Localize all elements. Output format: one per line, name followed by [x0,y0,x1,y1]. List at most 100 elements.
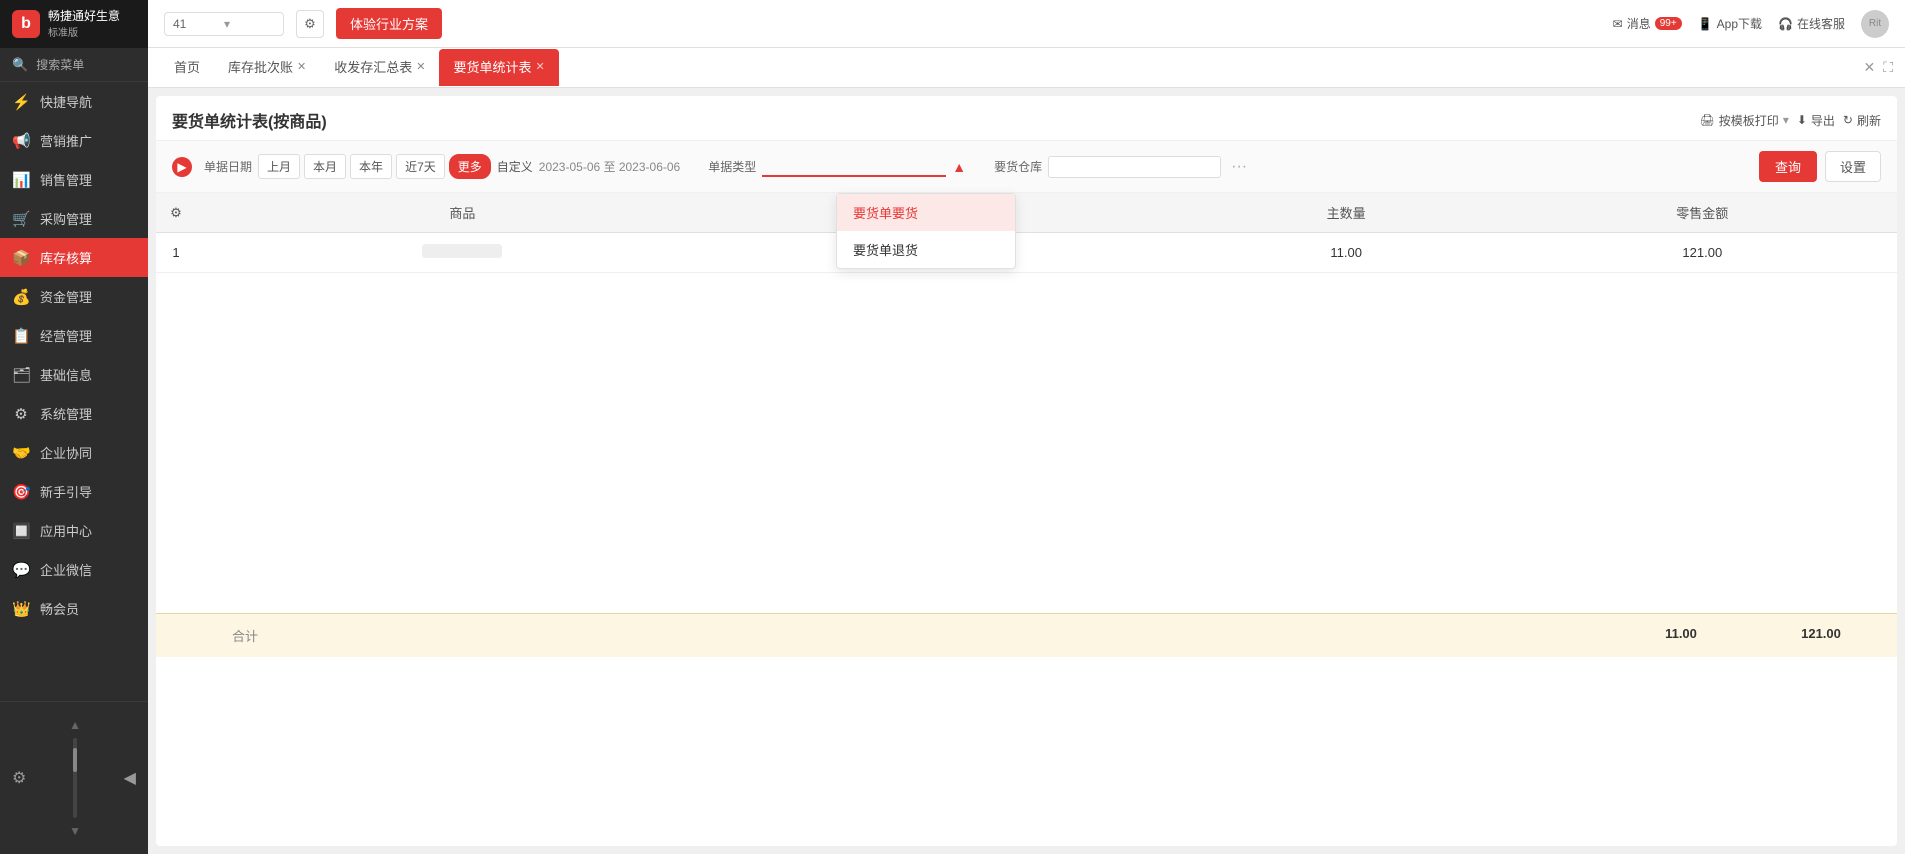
sidebar-search[interactable]: 🔍 搜索菜单 [0,48,148,82]
tab-maximize-btn[interactable]: ⛶ [1883,59,1893,76]
type-dropdown: 要货单要货 要货单退货 [836,193,1016,269]
online-service-btn[interactable]: 🎧 在线客服 [1778,15,1845,32]
col-header-amount: 零售金额 [1508,193,1897,233]
date-last-7days-btn[interactable]: 近7天 [396,154,445,179]
tab-close-order-stats[interactable]: ✕ [536,60,545,73]
table-row: 1 块 11.00 121.00 [156,233,1897,273]
query-btn[interactable]: 查询 [1759,151,1817,182]
sidebar-item-marketing[interactable]: 📢 营销推广 [0,121,148,160]
filter-expand-btn[interactable]: ▶ [172,157,192,177]
sidebar-collapse-icon[interactable]: ◀ [124,768,136,788]
tab-shipment-summary[interactable]: 收发存汇总表 ✕ [320,49,439,86]
lightning-icon: ⚡ [12,93,30,111]
sidebar-item-enterprise[interactable]: 🤝 企业协同 [0,433,148,472]
topbar-gear-btn[interactable]: ⚙ [296,10,324,38]
messages-btn[interactable]: ✉ 消息 99+ [1613,15,1682,32]
sidebar-item-operations[interactable]: 📋 经营管理 [0,316,148,355]
logo-icon: b [12,10,40,38]
refresh-btn[interactable]: ↻ 刷新 [1843,112,1881,129]
trial-btn[interactable]: 体验行业方案 [336,8,442,39]
date-preset-btns: 上月 本月 本年 近7天 更多 [258,154,491,179]
sidebar-settings-icon[interactable]: ⚙ [12,768,26,788]
dropdown-item-0[interactable]: 要货单要货 [837,194,1015,231]
sidebar-item-basics[interactable]: 🗂 基础信息 [0,355,148,394]
sidebar-item-sales[interactable]: 📊 销售管理 [0,160,148,199]
export-icon: ⬇ [1797,113,1807,127]
sidebar-item-inventory[interactable]: 📦 库存核算 [0,238,148,277]
warehouse-filter-input[interactable] [1048,156,1221,178]
crown-icon: 👑 [12,600,30,618]
avatar[interactable]: Rit [1861,10,1889,38]
filter-bar: ▶ 单据日期 上月 本月 本年 近7天 更多 自定义 2023-05-06 至 … [156,141,1897,193]
filter-action-btns: 查询 设置 [1759,151,1881,182]
date-filter-group: 单据日期 上月 本月 本年 近7天 更多 自定义 2023-05-06 至 20… [204,154,680,179]
company-selector[interactable]: 41 ▾ [164,12,284,36]
page-title: 要货单统计表(按商品) [172,108,327,132]
scroll-up-arrow[interactable]: ▲ [67,716,83,734]
sidebar-item-finance[interactable]: 💰 资金管理 [0,277,148,316]
date-this-month-btn[interactable]: 本月 [304,154,346,179]
sidebar-item-member[interactable]: 👑 畅会员 [0,589,148,628]
date-more-btn[interactable]: 更多 [449,154,491,179]
topbar-left: 41 ▾ ⚙ 体验行业方案 [164,8,442,39]
main-area: 41 ▾ ⚙ 体验行业方案 ✉ 消息 99+ 📱 App下载 🎧 在线客服 Ri… [148,0,1905,854]
sidebar-bottom: ⚙ ▲ ▼ ◀ [0,701,148,854]
date-last-month-btn[interactable]: 上月 [258,154,300,179]
col-header-quantity: 主数量 [1185,193,1508,233]
handshake-icon: 🤝 [12,444,30,462]
date-this-year-btn[interactable]: 本年 [350,154,392,179]
tab-order-stats[interactable]: 要货单统计表 ✕ [439,49,558,86]
sidebar-item-guide[interactable]: 🎯 新手引导 [0,472,148,511]
date-custom-btn[interactable]: 自定义 [497,158,533,175]
table-empty-space [156,273,1897,613]
sidebar: b 畅捷通好生意 标准版 🔍 搜索菜单 ⚡ 快捷导航 📢 营销推广 📊 销售管理… [0,0,148,854]
chat-icon: 💬 [12,561,30,579]
megaphone-icon: 📢 [12,132,30,150]
cell-amount: 121.00 [1508,233,1897,273]
print-btn[interactable]: 🖨 按模板打印 ▾ [1700,112,1789,129]
search-icon: 🔍 [12,57,28,73]
type-filter-input[interactable] [762,156,946,177]
topbar-right: ✉ 消息 99+ 📱 App下载 🎧 在线客服 Rit [1613,10,1889,38]
folder-icon: 🗂 [12,366,30,384]
export-btn[interactable]: ⬇ 导出 [1797,112,1835,129]
sidebar-item-system[interactable]: ⚙ 系统管理 [0,394,148,433]
sidebar-item-quick-nav[interactable]: ⚡ 快捷导航 [0,82,148,121]
scroll-track [73,738,77,818]
target-icon: 🎯 [12,483,30,501]
sidebar-item-apps[interactable]: 🔲 应用中心 [0,511,148,550]
footer-amount: 121.00 [1801,626,1841,641]
tabs-bar: 首页 库存批次账 ✕ 收发存汇总表 ✕ 要货单统计表 ✕ ✕ ⛶ [148,48,1905,88]
column-settings-icon[interactable]: ⚙ [170,205,182,220]
tab-close-batch-inventory[interactable]: ✕ [297,60,306,73]
app-logo: b 畅捷通好生意 标准版 [0,0,148,48]
setting-btn[interactable]: 设置 [1825,151,1881,182]
headset-icon: 🎧 [1778,17,1793,31]
scroll-down-arrow[interactable]: ▼ [67,822,83,840]
col-header-product: 商品 [196,193,729,233]
grid-icon: 🔲 [12,522,30,540]
print-arrow-icon: ▾ [1783,113,1789,127]
sidebar-item-wechat[interactable]: 💬 企业微信 [0,550,148,589]
box-icon: 📦 [12,249,30,267]
message-icon: ✉ [1613,17,1623,31]
dropdown-item-1[interactable]: 要货单退货 [837,231,1015,268]
col-header-settings[interactable]: ⚙ [156,193,196,233]
app-download-btn[interactable]: 📱 App下载 [1698,15,1762,32]
filter-more-options-btn[interactable]: ··· [1231,158,1247,176]
type-filter-group: 单据类型 ▲ [708,156,966,177]
date-filter-label: 单据日期 [204,158,252,175]
warehouse-filter-label: 要货仓库 [994,158,1042,175]
sidebar-item-purchase[interactable]: 🛒 采购管理 [0,199,148,238]
date-range-display: 2023-05-06 至 2023-06-06 [539,158,680,175]
settings-icon: ⚙ [12,405,30,423]
tab-home[interactable]: 首页 [160,49,214,86]
money-icon: 💰 [12,288,30,306]
data-table: ⚙ 商品 主计量单位 主数量 零售金额 1 [156,193,1897,273]
tab-close-shipment-summary[interactable]: ✕ [416,60,425,73]
type-filter-label: 单据类型 [708,158,756,175]
tab-batch-inventory[interactable]: 库存批次账 ✕ [214,49,320,86]
warehouse-filter-group: 要货仓库 ··· [994,156,1247,178]
type-filter-arrow[interactable]: ▲ [952,159,966,175]
tab-close-all-btn[interactable]: ✕ [1863,59,1875,76]
